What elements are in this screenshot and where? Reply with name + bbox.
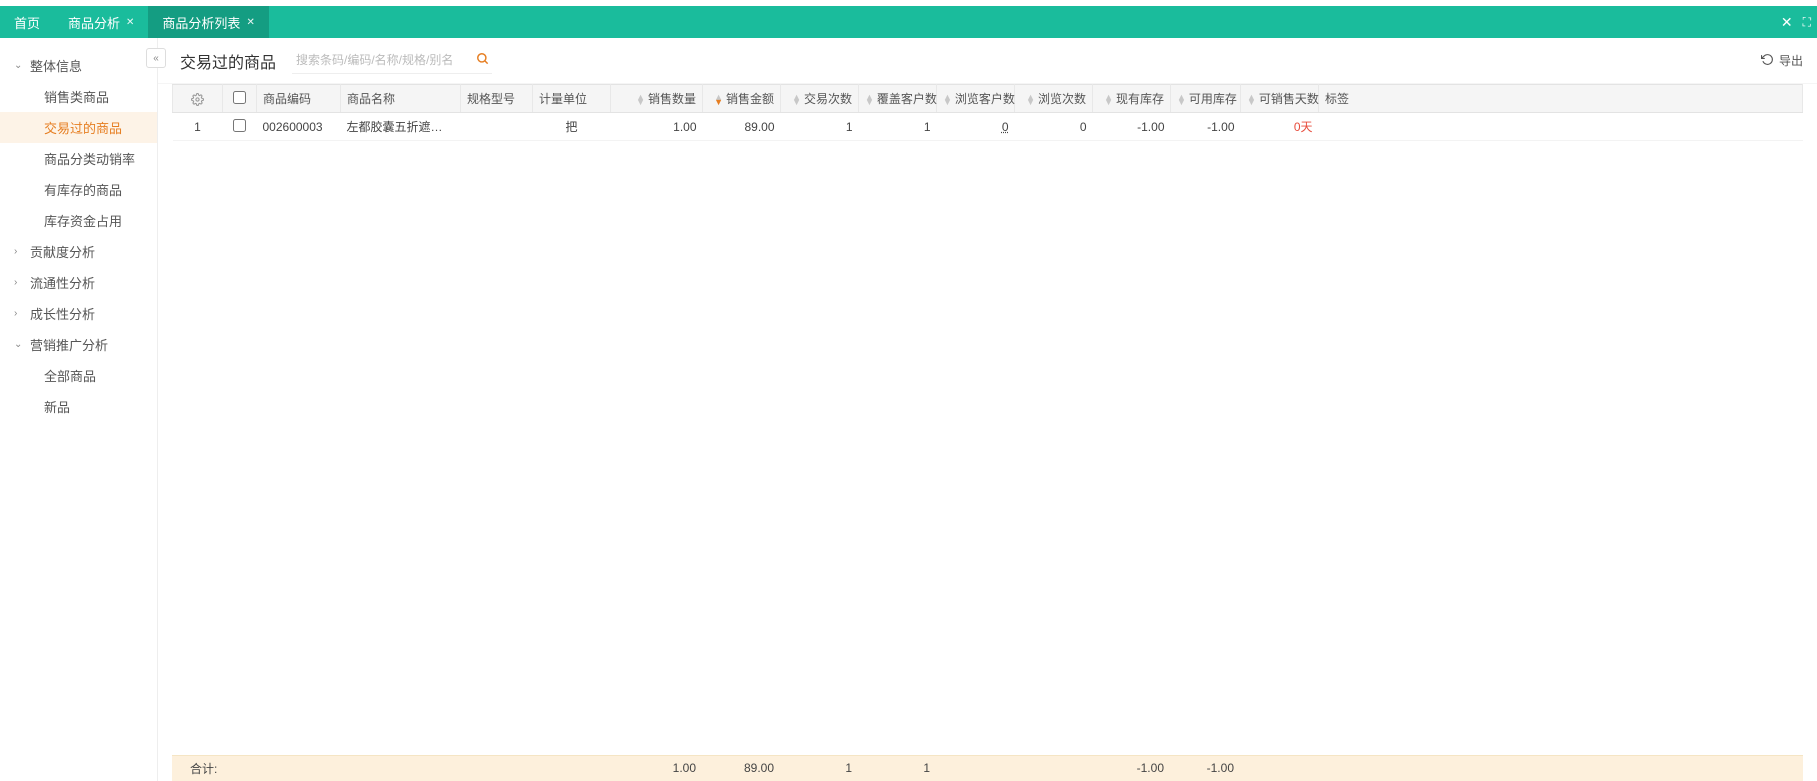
cell-name: 左都胶囊五折遮阳伞防晒伞; — [341, 113, 461, 141]
sidebar-item-sales-products[interactable]: 销售类商品 — [0, 81, 157, 112]
sidebar-group-growth[interactable]: › 成长性分析 — [0, 298, 157, 329]
cell-avail: -1.00 — [1171, 113, 1241, 141]
export-button[interactable]: 导出 — [1761, 52, 1803, 69]
cell-stock: -1.00 — [1093, 113, 1171, 141]
cell-code: 002600003 — [257, 113, 341, 141]
footer-days — [1240, 755, 1318, 781]
cell-index: 1 — [173, 113, 223, 141]
sidebar-group-liquidity[interactable]: › 流通性分析 — [0, 267, 157, 298]
close-icon[interactable]: ✕ — [246, 17, 254, 28]
col-qty[interactable]: ▲▼销售数量 — [611, 85, 703, 113]
sidebar-item-all-products[interactable]: 全部商品 — [0, 360, 157, 391]
col-code[interactable]: 商品编码 — [257, 85, 341, 113]
col-stock[interactable]: ▲▼现有库存 — [1093, 85, 1171, 113]
search-input[interactable] — [292, 48, 492, 74]
sidebar-group-label: 流通性分析 — [30, 273, 95, 292]
sidebar-item-category-rate[interactable]: 商品分类动销率 — [0, 143, 157, 174]
footer-browse-cnt — [1014, 755, 1092, 781]
sidebar-group-contribution[interactable]: › 贡献度分析 — [0, 236, 157, 267]
cell-browse-cust[interactable]: 0 — [937, 113, 1015, 141]
cell-unit: 把 — [533, 113, 611, 141]
footer-amount: 89.00 — [702, 755, 780, 781]
export-label: 导出 — [1779, 52, 1803, 69]
sidebar-item-traded-products[interactable]: 交易过的商品 — [0, 112, 157, 143]
sidebar-item-stock-capital[interactable]: 库存资金占用 — [0, 205, 157, 236]
chevron-down-icon: ⌄ — [14, 60, 24, 71]
footer-stock: -1.00 — [1092, 755, 1170, 781]
close-all-icon[interactable]: ✕ — [1781, 14, 1793, 31]
sidebar-item-new-products[interactable]: 新品 — [0, 391, 157, 422]
cell-cust: 1 — [859, 113, 937, 141]
col-tag[interactable]: 标签 — [1319, 85, 1803, 113]
table-footer: 合计: 1.00 89.00 1 1 -1.00 -1.00 — [172, 755, 1803, 781]
cell-qty: 1.00 — [611, 113, 703, 141]
col-browse-cnt[interactable]: ▲▼浏览次数 — [1015, 85, 1093, 113]
fullscreen-icon[interactable]: ⛶ — [1803, 15, 1811, 30]
page-title: 交易过的商品 — [180, 49, 276, 73]
chevron-right-icon: › — [14, 277, 24, 288]
cell-days: 0天 — [1241, 113, 1319, 141]
col-amount[interactable]: ▲▼销售金额 — [703, 85, 781, 113]
cell-txn: 1 — [781, 113, 859, 141]
footer-browse-cust — [936, 755, 1014, 781]
tab-label: 商品分析列表 — [162, 13, 240, 32]
tab-product-analysis[interactable]: 商品分析 ✕ — [54, 6, 148, 38]
table-header-row: 商品编码 商品名称 规格型号 计量单位 ▲▼销售数量 ▲▼销售金额 ▲▼交易次数… — [173, 85, 1803, 113]
checkbox-column-header[interactable] — [223, 85, 257, 113]
table-row[interactable]: 1 002600003 左都胶囊五折遮阳伞防晒伞; 把 1.00 89.00 1… — [173, 113, 1803, 141]
footer-txn: 1 — [780, 755, 858, 781]
col-spec[interactable]: 规格型号 — [461, 85, 533, 113]
tab-bar: 首页 商品分析 ✕ 商品分析列表 ✕ ✕ ⛶ — [0, 6, 1817, 38]
col-unit[interactable]: 计量单位 — [533, 85, 611, 113]
footer-tag — [1318, 755, 1803, 781]
settings-column-header[interactable] — [173, 85, 223, 113]
footer-qty: 1.00 — [610, 755, 702, 781]
sidebar-group-marketing[interactable]: ⌄ 营销推广分析 — [0, 329, 157, 360]
row-checkbox[interactable] — [233, 119, 246, 132]
select-all-checkbox[interactable] — [233, 91, 246, 104]
footer-label: 合计: — [172, 755, 256, 781]
tab-home[interactable]: 首页 — [0, 6, 54, 38]
footer-row: 合计: 1.00 89.00 1 1 -1.00 -1.00 — [172, 755, 1803, 781]
data-table: 商品编码 商品名称 规格型号 计量单位 ▲▼销售数量 ▲▼销售金额 ▲▼交易次数… — [172, 84, 1803, 141]
cell-amount: 89.00 — [703, 113, 781, 141]
col-days[interactable]: ▲▼可销售天数 — [1241, 85, 1319, 113]
tab-label: 商品分析 — [68, 13, 120, 32]
chevron-down-icon: ⌄ — [14, 339, 24, 350]
toolbar: 交易过的商品 导出 — [158, 38, 1817, 84]
chevron-right-icon: › — [14, 246, 24, 257]
cell-tag — [1319, 113, 1803, 141]
tab-label: 首页 — [14, 13, 40, 32]
collapse-sidebar-button[interactable]: « — [146, 48, 166, 68]
cell-spec — [461, 113, 533, 141]
footer-avail: -1.00 — [1170, 755, 1240, 781]
sidebar-group-label: 成长性分析 — [30, 304, 95, 323]
sidebar-group-label: 营销推广分析 — [30, 335, 108, 354]
export-icon — [1761, 53, 1774, 69]
cell-checkbox[interactable] — [223, 113, 257, 141]
col-name[interactable]: 商品名称 — [341, 85, 461, 113]
col-avail[interactable]: ▲▼可用库存 — [1171, 85, 1241, 113]
chevron-right-icon: › — [14, 308, 24, 319]
col-txn[interactable]: ▲▼交易次数 — [781, 85, 859, 113]
footer-cust: 1 — [858, 755, 936, 781]
sidebar-group-overall[interactable]: ⌄ 整体信息 — [0, 50, 157, 81]
sidebar: ⌄ 整体信息 销售类商品 交易过的商品 商品分类动销率 有库存的商品 库存资金占… — [0, 38, 158, 781]
sidebar-item-instock-products[interactable]: 有库存的商品 — [0, 174, 157, 205]
col-browse-cust[interactable]: ▲▼浏览客户数 — [937, 85, 1015, 113]
tab-product-analysis-list[interactable]: 商品分析列表 ✕ — [148, 6, 268, 38]
search-icon[interactable] — [476, 52, 490, 69]
sidebar-group-label: 整体信息 — [30, 56, 82, 75]
gear-icon — [191, 93, 204, 106]
col-cust[interactable]: ▲▼覆盖客户数 — [859, 85, 937, 113]
sidebar-group-label: 贡献度分析 — [30, 242, 95, 261]
close-icon[interactable]: ✕ — [126, 17, 134, 28]
cell-browse-cnt: 0 — [1015, 113, 1093, 141]
